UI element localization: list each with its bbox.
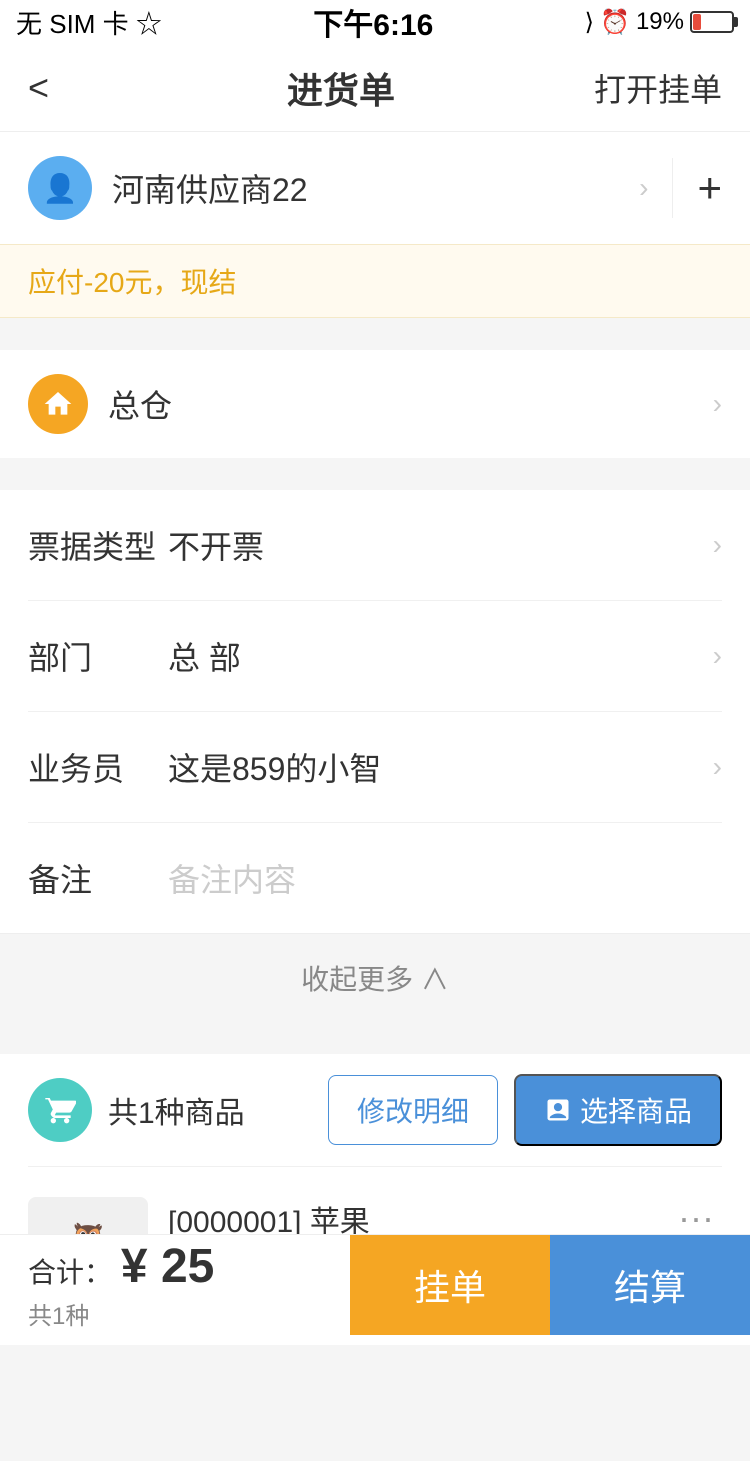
supplier-chevron-icon: ›: [639, 172, 648, 204]
status-bar: 无 SIM 卡 ☆ 下午6:16 ⟩ ⏰ 19%: [0, 0, 750, 44]
hold-button[interactable]: 挂单: [350, 1235, 550, 1335]
invoice-label: 票据类型: [28, 522, 168, 568]
total-amount: ¥ 25: [121, 1240, 214, 1293]
salesman-label: 业务员: [28, 744, 168, 790]
notice-bar: 应付-20元，现结: [0, 244, 750, 318]
invoice-row[interactable]: 票据类型 不开票 ›: [0, 490, 750, 600]
select-product-icon: [544, 1096, 572, 1124]
warehouse-chevron-icon: ›: [713, 388, 722, 420]
back-button[interactable]: <: [28, 67, 88, 109]
battery-icon: [690, 11, 734, 33]
department-chevron-icon: ›: [713, 640, 722, 672]
divider-2: [0, 474, 750, 490]
location-icon: ⟩: [585, 8, 594, 37]
checkout-button[interactable]: 结算: [550, 1235, 750, 1335]
warehouse-svg: [42, 388, 74, 420]
warehouse-icon: [28, 374, 88, 434]
products-header: 共1种商品 修改明细 选择商品: [0, 1054, 750, 1166]
salesman-value: 这是859的小智: [168, 744, 713, 790]
total-label: 合计：: [28, 1257, 112, 1288]
bottom-spacer: [0, 1361, 750, 1461]
products-divider: [28, 1166, 722, 1167]
department-row[interactable]: 部门 总 部 ›: [0, 601, 750, 711]
remark-input[interactable]: 备注内容: [168, 855, 722, 901]
invoice-chevron-icon: ›: [713, 529, 722, 561]
department-label: 部门: [28, 633, 168, 679]
warehouse-name: 总仓: [108, 381, 713, 427]
remark-row[interactable]: 备注 备注内容: [0, 823, 750, 933]
battery-label: 19%: [636, 8, 684, 36]
divider-3: [0, 1038, 750, 1054]
avatar-icon: 👤: [43, 172, 78, 205]
supplier-divider: [672, 158, 673, 218]
select-product-button[interactable]: 选择商品: [514, 1074, 722, 1146]
edit-detail-button[interactable]: 修改明细: [328, 1075, 498, 1145]
form-section: 票据类型 不开票 › 部门 总 部 › 业务员 这是859的小智 › 备注 备注…: [0, 490, 750, 1022]
footer: 合计： ¥ 25 共1种 挂单 结算: [0, 1234, 750, 1334]
open-pending-button[interactable]: 打开挂单: [594, 65, 722, 111]
select-product-label: 选择商品: [580, 1090, 692, 1130]
products-icon: [28, 1078, 92, 1142]
footer-total-row: 合计： ¥ 25: [28, 1239, 322, 1294]
add-supplier-button[interactable]: +: [697, 167, 722, 209]
invoice-value: 不开票: [168, 522, 713, 568]
products-count: 共1种商品: [108, 1088, 312, 1132]
status-right: ⟩ ⏰ 19%: [585, 8, 734, 37]
footer-total: 合计： ¥ 25 共1种: [0, 1239, 350, 1331]
salesman-chevron-icon: ›: [713, 751, 722, 783]
department-value: 总 部: [168, 633, 713, 679]
status-time: 下午6:16: [313, 0, 433, 44]
remark-label: 备注: [28, 855, 168, 901]
supplier-section: 👤 河南供应商22 › + 应付-20元，现结: [0, 132, 750, 318]
collapse-button[interactable]: 收起更多 ∧: [0, 933, 750, 1022]
page-title: 进货单: [287, 62, 395, 114]
total-sub: 共1种: [28, 1296, 322, 1331]
shopping-icon: [44, 1094, 76, 1126]
nav-bar: < 进货单 打开挂单: [0, 44, 750, 132]
alarm-icon: ⏰: [600, 8, 630, 37]
warehouse-row[interactable]: 总仓 ›: [0, 350, 750, 458]
warehouse-section: 总仓 ›: [0, 350, 750, 458]
sim-label: 无 SIM 卡 ☆: [16, 4, 162, 41]
status-left: 无 SIM 卡 ☆: [16, 4, 162, 41]
supplier-avatar: 👤: [28, 156, 92, 220]
supplier-name: 河南供应商22: [112, 165, 639, 211]
supplier-row[interactable]: 👤 河南供应商22 › +: [0, 132, 750, 244]
divider-1: [0, 334, 750, 350]
product-more-button[interactable]: ···: [670, 1197, 722, 1239]
salesman-row[interactable]: 业务员 这是859的小智 ›: [0, 712, 750, 822]
